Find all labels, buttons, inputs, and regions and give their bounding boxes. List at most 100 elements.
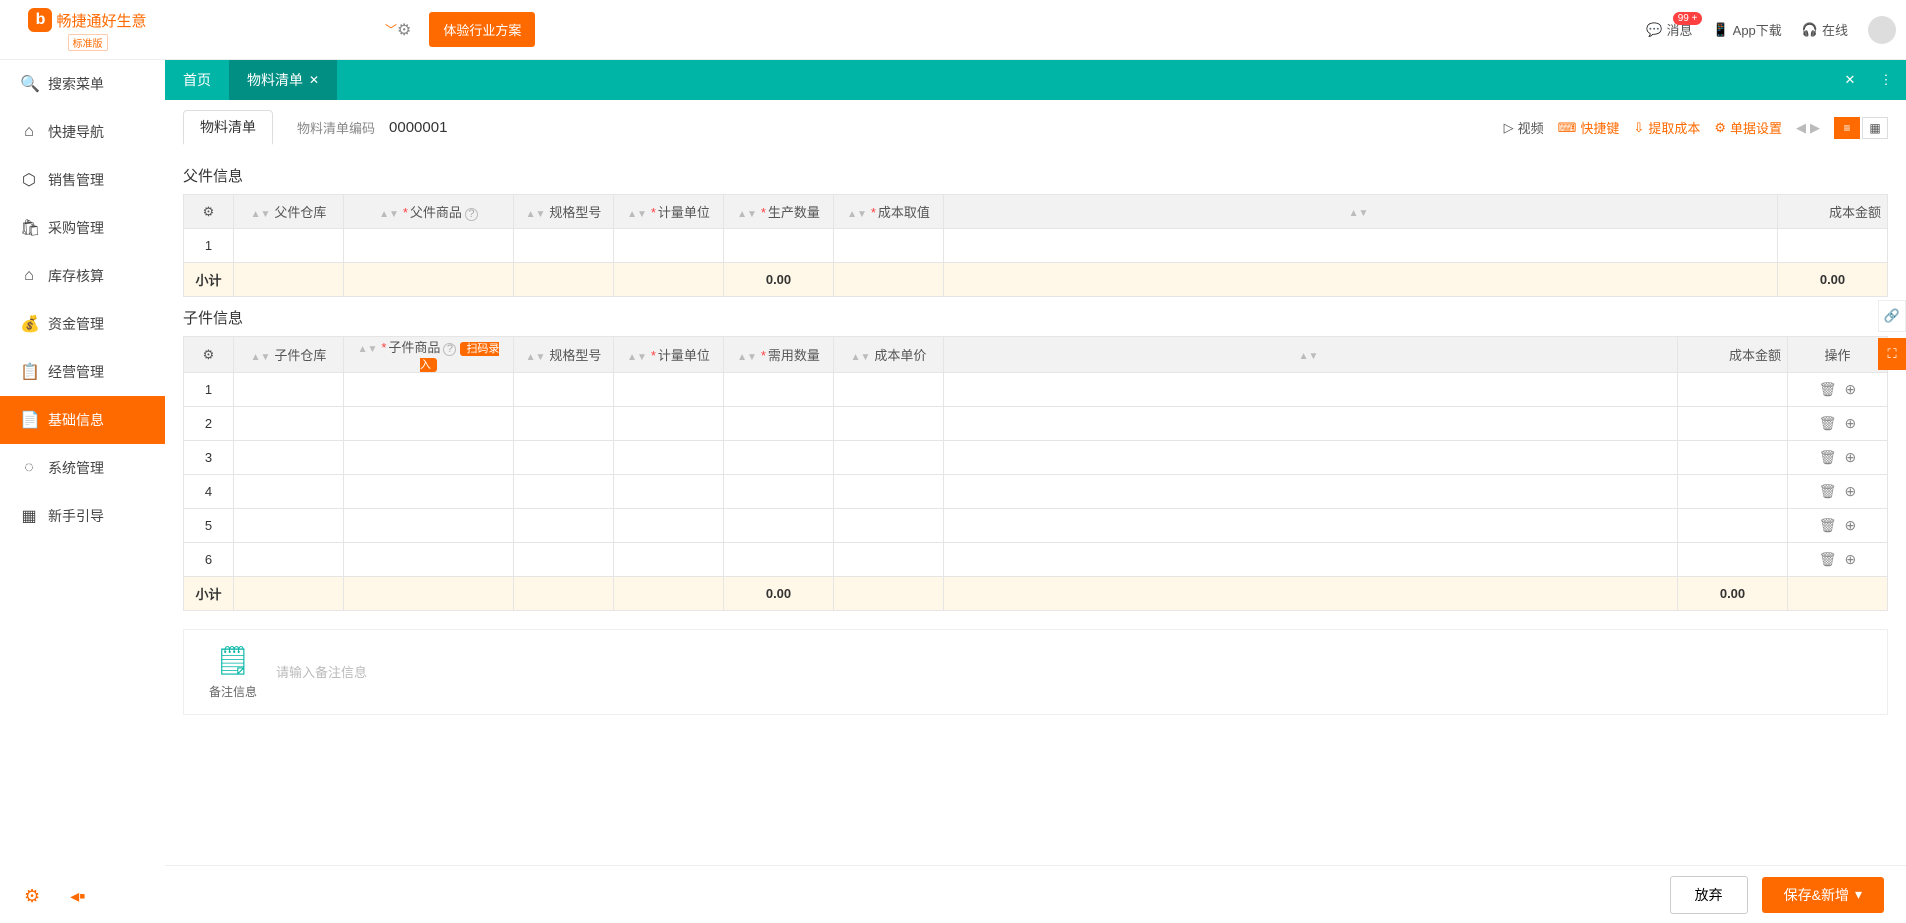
app-download-link[interactable]: 📱 App下载 [1712, 20, 1781, 39]
tab-close-all-icon[interactable]: ✕ [1836, 66, 1864, 94]
logo: b 畅捷通好生意 标准版 [10, 8, 165, 51]
sidebar-item[interactable]: 📋经营管理 [0, 348, 165, 396]
sidebar-footer: ⚙ ◂▪ [0, 870, 165, 923]
gear-icon[interactable]: ⚙ [397, 20, 411, 40]
table-row[interactable]: 1🗑⊕ [184, 373, 1888, 407]
parent-subtotal-row: 小计 0.00 0.00 [184, 263, 1888, 297]
col-child-warehouse[interactable]: ▲▼子件仓库 [234, 337, 344, 373]
col-child-unit[interactable]: ▲▼*计量单位 [614, 337, 724, 373]
messages-link[interactable]: 💬 消息 99 + [1646, 20, 1692, 39]
online-support-link[interactable]: 🎧 在线 [1802, 20, 1848, 39]
col-child-amt[interactable]: 成本金额 [1678, 337, 1788, 373]
extract-cost-link[interactable]: ⇩提取成本 [1633, 118, 1700, 137]
col-parent-unit[interactable]: ▲▼*计量单位 [614, 195, 724, 229]
record-nav: ◀ ▶ [1796, 120, 1820, 136]
parent-table: ⚙ ▲▼父件仓库 ▲▼*父件商品? ▲▼规格型号 ▲▼*计量单位 ▲▼*生产数量… [183, 194, 1888, 297]
sidebar-item[interactable]: ⬡销售管理 [0, 156, 165, 204]
tab[interactable]: 首页 [165, 60, 229, 100]
col-child-op: 操作 [1788, 337, 1888, 373]
doc-settings-link[interactable]: ⚙单据设置 [1714, 118, 1782, 137]
info-icon[interactable]: ? [443, 343, 456, 356]
experience-button[interactable]: 体验行业方案 [429, 12, 535, 47]
delete-icon[interactable]: 🗑 [1819, 449, 1837, 465]
sidebar-item-label: 新手引导 [48, 506, 104, 526]
tab-more-icon[interactable]: ⋮ [1872, 66, 1900, 94]
sidebar-item[interactable]: ◌系统管理 [0, 444, 165, 492]
sort-icon: ▲▼ [251, 212, 271, 218]
sidebar-icon: ▦ [20, 506, 38, 526]
sidebar-item-label: 搜索菜单 [48, 74, 104, 94]
parent-section-title: 父件信息 [183, 155, 1888, 194]
col-parent-costsrc[interactable]: ▲▼*成本取值 [834, 195, 944, 229]
info-icon[interactable]: ? [465, 208, 478, 221]
prev-icon[interactable]: ◀ [1796, 120, 1806, 136]
gear-column-icon[interactable]: ⚙ [184, 195, 234, 229]
list-view-icon[interactable]: ≡ [1834, 117, 1860, 139]
delete-icon[interactable]: 🗑 [1819, 381, 1837, 397]
collapse-icon[interactable]: ◂▪ [70, 886, 85, 907]
card-view-icon[interactable]: ▦ [1862, 117, 1888, 139]
col-parent-spec[interactable]: ▲▼规格型号 [514, 195, 614, 229]
table-row[interactable]: 6🗑⊕ [184, 543, 1888, 577]
col-parent-product[interactable]: ▲▼*父件商品? [344, 195, 514, 229]
avatar[interactable] [1868, 16, 1896, 44]
org-selector[interactable]: ﹀ [195, 21, 397, 38]
col-child-costprice[interactable]: ▲▼成本单价 [834, 337, 944, 373]
sidebar-item-label: 经营管理 [48, 362, 104, 382]
discard-button[interactable]: 放弃 [1670, 876, 1748, 914]
col-parent-flex[interactable]: ▲▼ [944, 195, 1778, 229]
page-tab[interactable]: 物料清单 [183, 110, 273, 145]
gear-column-icon[interactable]: ⚙ [184, 337, 234, 373]
table-row[interactable]: 1 [184, 229, 1888, 263]
sidebar-item[interactable]: ⌂库存核算 [0, 252, 165, 300]
settings-icon[interactable]: ⚙ [24, 886, 40, 907]
table-row[interactable]: 2🗑⊕ [184, 407, 1888, 441]
sort-icon: ▲▼ [526, 212, 546, 218]
delete-icon[interactable]: 🗑 [1819, 517, 1837, 533]
add-icon[interactable]: ⊕ [1845, 551, 1857, 567]
video-link[interactable]: ▷视频 [1504, 118, 1544, 137]
expand-icon[interactable]: ⛶ [1878, 338, 1906, 370]
sidebar-item[interactable]: 🛍采购管理 [0, 204, 165, 252]
col-child-product[interactable]: ▲▼*子件商品?扫码录入 [344, 337, 514, 373]
tabs-bar: 首页物料清单✕ ✕ ⋮ [165, 60, 1906, 100]
sidebar-item[interactable]: ▦ 新手引导 [0, 492, 165, 540]
sidebar-icon: 📄 [20, 410, 38, 430]
delete-icon[interactable]: 🗑 [1819, 551, 1837, 567]
sidebar-item[interactable]: 📄基础信息 [0, 396, 165, 444]
tab[interactable]: 物料清单✕ [229, 60, 337, 100]
add-icon[interactable]: ⊕ [1845, 483, 1857, 499]
play-icon: ▷ [1504, 120, 1514, 136]
add-icon[interactable]: ⊕ [1845, 381, 1857, 397]
delete-icon[interactable]: 🗑 [1819, 483, 1837, 499]
remark-input[interactable] [268, 644, 1873, 700]
sidebar: 🔍 搜索菜单 ⌂快捷导航⬡销售管理🛍采购管理⌂库存核算💰资金管理📋经营管理📄基础信息… [0, 60, 165, 923]
col-child-spec[interactable]: ▲▼规格型号 [514, 337, 614, 373]
col-parent-amt[interactable]: 成本金额 [1778, 195, 1888, 229]
next-icon[interactable]: ▶ [1810, 120, 1820, 136]
chat-icon: 💬 [1646, 22, 1662, 38]
close-icon[interactable]: ✕ [309, 73, 319, 87]
sidebar-item[interactable]: 💰资金管理 [0, 300, 165, 348]
child-subtotal-row: 小计 0.00 0.00 [184, 577, 1888, 611]
delete-icon[interactable]: 🗑 [1819, 415, 1837, 431]
add-icon[interactable]: ⊕ [1845, 415, 1857, 431]
sidebar-item[interactable]: ⌂快捷导航 [0, 108, 165, 156]
sidebar-icon: ⬡ [20, 170, 38, 190]
save-and-new-button[interactable]: 保存&新增 ▾ [1762, 877, 1884, 913]
attachment-icon[interactable]: 🔗 [1878, 300, 1906, 332]
sidebar-item[interactable]: 🔍 搜索菜单 [0, 60, 165, 108]
main-area: 首页物料清单✕ ✕ ⋮ 物料清单 物料清单编码 0000001 ▷视频 ⌨快捷键… [165, 60, 1906, 923]
table-row[interactable]: 5🗑⊕ [184, 509, 1888, 543]
col-parent-warehouse[interactable]: ▲▼父件仓库 [234, 195, 344, 229]
table-row[interactable]: 3🗑⊕ [184, 441, 1888, 475]
col-parent-qty[interactable]: ▲▼*生产数量 [724, 195, 834, 229]
col-child-qty[interactable]: ▲▼*需用数量 [724, 337, 834, 373]
table-row[interactable]: 4🗑⊕ [184, 475, 1888, 509]
shortcut-link[interactable]: ⌨快捷键 [1558, 118, 1620, 137]
add-icon[interactable]: ⊕ [1845, 517, 1857, 533]
sidebar-icon: 🔍 [20, 74, 38, 94]
sidebar-icon: ⌂ [20, 123, 38, 141]
col-child-flex[interactable]: ▲▼ [944, 337, 1678, 373]
add-icon[interactable]: ⊕ [1845, 449, 1857, 465]
